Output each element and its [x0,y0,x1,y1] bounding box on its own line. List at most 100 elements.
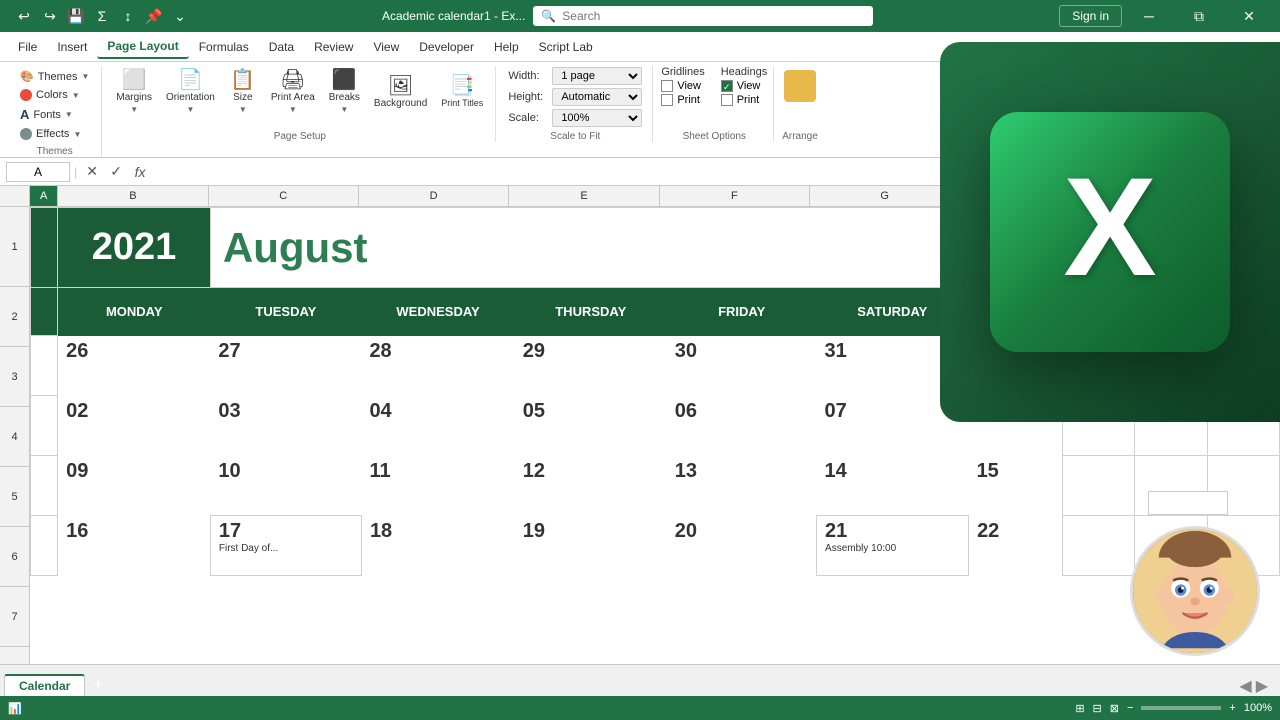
cell-C6[interactable]: 17 First Day of... [210,516,361,576]
redo-button[interactable]: ↪ [38,4,62,28]
cell-G5[interactable]: 14 [817,456,969,516]
col-header-E[interactable]: E [509,186,659,206]
cell-F3[interactable]: 30 [667,336,817,396]
cell-D3[interactable]: 28 [361,336,514,396]
cell-H6[interactable]: 22 [969,516,1063,576]
close-button[interactable]: ✕ [1226,0,1272,32]
cancel-formula-button[interactable]: ✕ [81,161,103,183]
row-header-7[interactable]: 7 [0,587,29,647]
row-header-3[interactable]: 3 [0,347,29,407]
menu-item-file[interactable]: File [8,36,47,58]
row-header-5[interactable]: 5 [0,467,29,527]
print-titles-button[interactable]: 📑 Print Titles [435,72,489,112]
col-header-B[interactable]: B [58,186,208,206]
cell-A6[interactable] [31,516,58,576]
cell-B2[interactable]: MONDAY [58,288,211,336]
cell-B3[interactable]: 26 [58,336,211,396]
pin-button[interactable]: 📌 [142,4,166,28]
background-button[interactable]: 🖼 Background [368,72,433,113]
cell-E3[interactable]: 29 [515,336,667,396]
add-sheet-button[interactable]: + [87,676,108,694]
normal-view-button[interactable]: ⊞ [1075,702,1084,715]
cell-B6[interactable]: 16 [58,516,211,576]
cell-E4[interactable]: 05 [515,396,667,456]
cell-E5[interactable]: 12 [515,456,667,516]
print-area-button[interactable]: 🖨 Print Area ▼ [265,66,321,118]
cell-C2[interactable]: TUESDAY [210,288,361,336]
sign-in-button[interactable]: Sign in [1059,5,1122,27]
page-break-view-button[interactable]: ⊠ [1110,702,1119,715]
cell-B1[interactable]: 2021 [58,208,211,288]
cell-A3[interactable] [31,336,58,396]
cell-A2[interactable] [31,288,58,336]
cell-E2[interactable]: THURSDAY [515,288,667,336]
margins-button[interactable]: ⬜ Margins ▼ [110,66,158,118]
cell-D5[interactable]: 11 [361,456,514,516]
headings-print-check[interactable]: Print [721,94,767,106]
gridlines-print-check[interactable]: Print [661,94,704,106]
cell-F2[interactable]: FRIDAY [667,288,817,336]
customize-button[interactable]: ⌄ [168,4,192,28]
cell-C1[interactable]: August [210,208,968,288]
headings-print-checkbox[interactable] [721,94,733,106]
row-header-4[interactable]: 4 [0,407,29,467]
row-header-2[interactable]: 2 [0,287,29,347]
scale-select[interactable]: 100% 75% 50% [552,109,642,127]
size-button[interactable]: 📋 Size ▼ [223,66,263,118]
fonts-button[interactable]: A Fonts ▼ [14,105,95,124]
themes-button[interactable]: 🎨 Themes ▼ [14,68,95,85]
menu-item-data[interactable]: Data [259,36,304,58]
gridlines-view-checkbox[interactable] [661,80,673,92]
col-header-G[interactable]: G [810,186,960,206]
menu-item-script-lab[interactable]: Script Lab [529,36,603,58]
cell-C4[interactable]: 03 [210,396,361,456]
search-input[interactable] [562,9,865,23]
gridlines-view-check[interactable]: View [661,80,704,92]
cell-A5[interactable] [31,456,58,516]
menu-item-formulas[interactable]: Formulas [189,36,259,58]
cell-I6[interactable] [1063,516,1135,576]
orientation-button[interactable]: 📄 Orientation ▼ [160,66,221,118]
headings-view-check[interactable]: View [721,80,767,92]
col-header-F[interactable]: F [660,186,810,206]
cell-H5[interactable]: 15 [969,456,1063,516]
colors-button[interactable]: Colors ▼ [14,87,95,103]
cell-A4[interactable] [31,396,58,456]
scroll-left-button[interactable]: ◀ [1239,676,1251,696]
minimize-button[interactable]: ─ [1126,0,1172,32]
select-all-button[interactable] [0,186,30,206]
undo-button[interactable]: ↩ [12,4,36,28]
cell-C3[interactable]: 27 [210,336,361,396]
sort-button[interactable]: ↕ [116,4,140,28]
search-box[interactable]: 🔍 [533,6,873,26]
height-select[interactable]: Automatic 1 page 2 pages [552,88,642,106]
col-header-D[interactable]: D [359,186,509,206]
cell-E6[interactable]: 19 [515,516,667,576]
cell-C5[interactable]: 10 [210,456,361,516]
menu-item-page-layout[interactable]: Page Layout [97,35,188,59]
cell-F5[interactable]: 13 [667,456,817,516]
menu-item-view[interactable]: View [363,36,409,58]
gridlines-print-checkbox[interactable] [661,94,673,106]
width-select[interactable]: 1 page 2 pages Automatic [552,67,642,85]
cell-G6[interactable]: 21 Assembly 10:00 [817,516,969,576]
zoom-in-button[interactable]: + [1229,702,1235,714]
insert-function-button[interactable]: fx [129,161,151,183]
cell-D2[interactable]: WEDNESDAY [361,288,514,336]
save-button[interactable]: 💾 [64,4,88,28]
cell-F4[interactable]: 06 [667,396,817,456]
autosum-button[interactable]: Σ [90,4,114,28]
row-header-1[interactable]: 1 [0,207,29,287]
menu-item-review[interactable]: Review [304,36,363,58]
menu-item-developer[interactable]: Developer [409,36,484,58]
zoom-out-button[interactable]: − [1127,702,1133,714]
cell-I5[interactable] [1063,456,1135,516]
menu-item-insert[interactable]: Insert [47,36,97,58]
cell-F6[interactable]: 20 [667,516,817,576]
cell-D4[interactable]: 04 [361,396,514,456]
cell-A1[interactable] [31,208,58,288]
confirm-formula-button[interactable]: ✓ [105,161,127,183]
sheet-tab-calendar[interactable]: Calendar [4,674,85,696]
row-header-6[interactable]: 6 [0,527,29,587]
scroll-right-button[interactable]: ▶ [1256,676,1268,696]
